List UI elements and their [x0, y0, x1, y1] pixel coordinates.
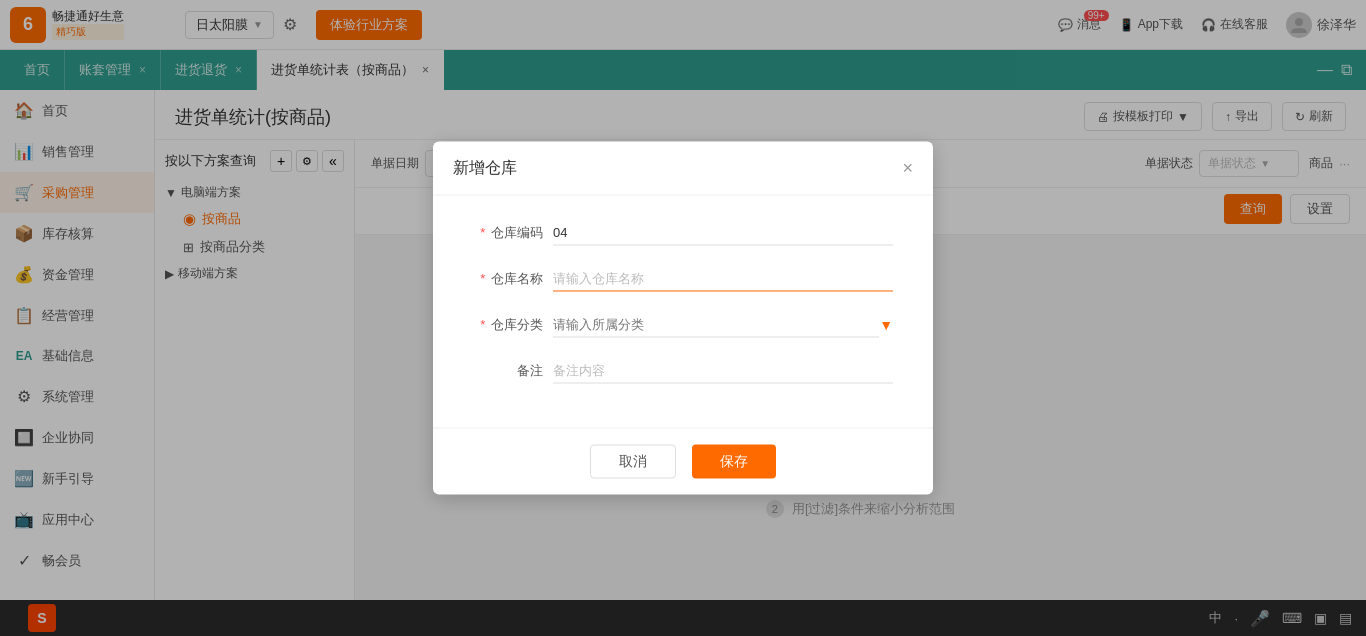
code-label: * 仓库编码: [473, 224, 553, 242]
name-input[interactable]: [553, 266, 893, 292]
form-row-code: * 仓库编码: [473, 220, 893, 246]
form-row-category: * 仓库分类 ▼: [473, 312, 893, 338]
save-button[interactable]: 保存: [692, 445, 776, 479]
category-label: * 仓库分类: [473, 316, 553, 334]
code-input[interactable]: [553, 220, 893, 246]
name-label: * 仓库名称: [473, 270, 553, 288]
form-row-name: * 仓库名称: [473, 266, 893, 292]
form-row-remark: 备注: [473, 358, 893, 384]
remark-input[interactable]: [553, 358, 893, 384]
modal-body: * 仓库编码 * 仓库名称 * 仓库分类 ▼: [433, 196, 933, 428]
modal-close-button[interactable]: ×: [902, 158, 913, 179]
code-required-star: *: [480, 225, 485, 240]
modal-header: 新增仓库 ×: [433, 142, 933, 196]
cancel-button[interactable]: 取消: [590, 445, 676, 479]
name-required-star: *: [480, 271, 485, 286]
category-select-input[interactable]: [553, 312, 879, 338]
modal-title: 新增仓库: [453, 158, 517, 179]
modal-footer: 取消 保存: [433, 428, 933, 495]
remark-label: 备注: [473, 362, 553, 380]
category-required-star: *: [480, 317, 485, 332]
category-dropdown-arrow-icon[interactable]: ▼: [879, 317, 893, 333]
category-select-container: ▼: [553, 312, 893, 338]
new-warehouse-modal: 新增仓库 × * 仓库编码 * 仓库名称 * 仓库分类: [433, 142, 933, 495]
